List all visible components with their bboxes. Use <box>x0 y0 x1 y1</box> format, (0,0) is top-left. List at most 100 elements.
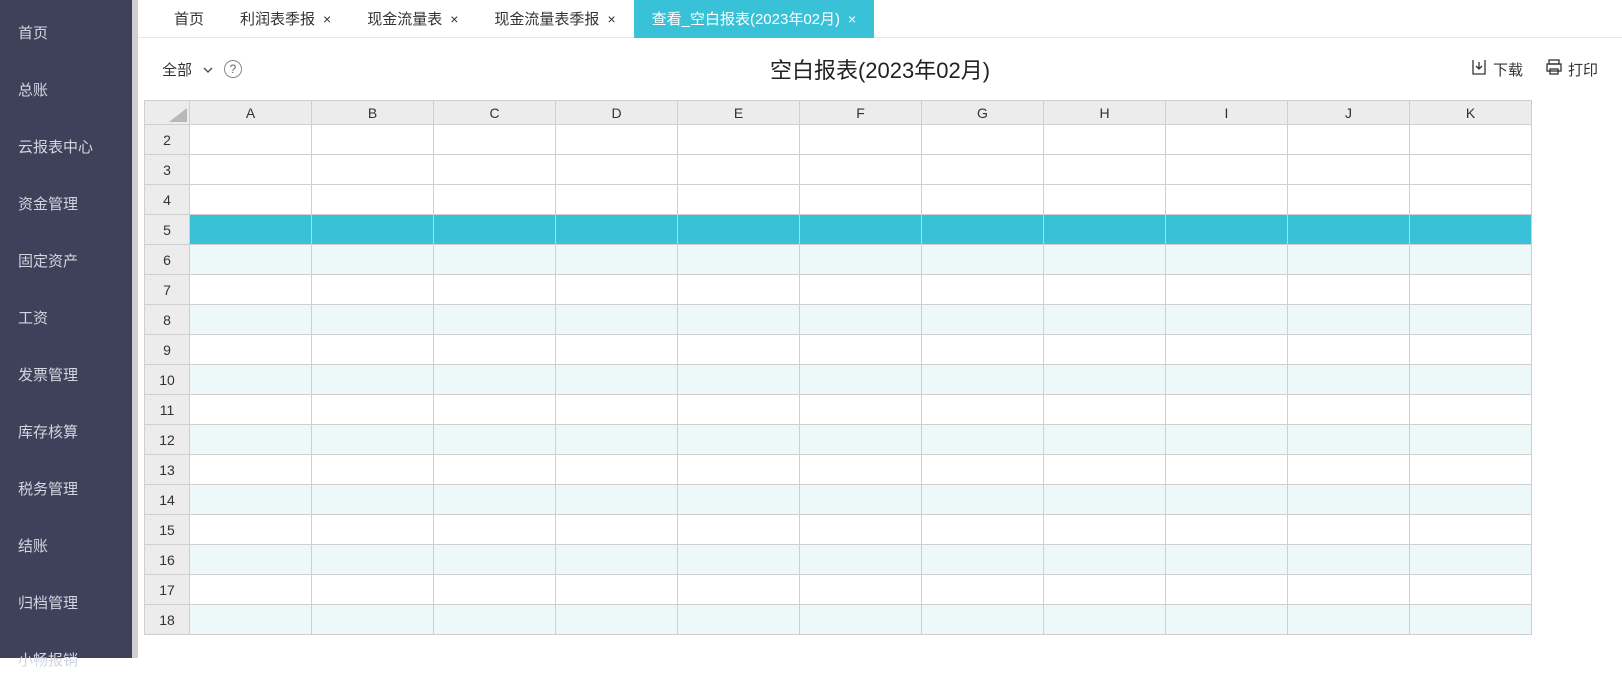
tab-2[interactable]: 现金流量表× <box>349 0 476 38</box>
cell-H5[interactable] <box>1044 215 1166 245</box>
row-header-3[interactable]: 3 <box>145 155 190 185</box>
cell-H6[interactable] <box>1044 245 1166 275</box>
cell-G15[interactable] <box>922 515 1044 545</box>
cell-F13[interactable] <box>800 455 922 485</box>
column-header-F[interactable]: F <box>800 101 922 125</box>
cell-K3[interactable] <box>1410 155 1532 185</box>
cell-A15[interactable] <box>190 515 312 545</box>
column-header-D[interactable]: D <box>556 101 678 125</box>
cell-J12[interactable] <box>1288 425 1410 455</box>
sidebar-item-6[interactable]: 发票管理 <box>0 346 132 403</box>
cell-A17[interactable] <box>190 575 312 605</box>
cell-B13[interactable] <box>312 455 434 485</box>
cell-C17[interactable] <box>434 575 556 605</box>
column-header-A[interactable]: A <box>190 101 312 125</box>
cell-E16[interactable] <box>678 545 800 575</box>
cell-G2[interactable] <box>922 125 1044 155</box>
sidebar-item-0[interactable]: 首页 <box>0 4 132 61</box>
cell-I2[interactable] <box>1166 125 1288 155</box>
cell-J2[interactable] <box>1288 125 1410 155</box>
cell-J17[interactable] <box>1288 575 1410 605</box>
cell-C4[interactable] <box>434 185 556 215</box>
cell-K14[interactable] <box>1410 485 1532 515</box>
tab-4[interactable]: 查看_空白报表(2023年02月)× <box>634 0 875 38</box>
cell-B8[interactable] <box>312 305 434 335</box>
cell-H11[interactable] <box>1044 395 1166 425</box>
cell-K8[interactable] <box>1410 305 1532 335</box>
cell-F18[interactable] <box>800 605 922 635</box>
cell-F17[interactable] <box>800 575 922 605</box>
cell-K17[interactable] <box>1410 575 1532 605</box>
cell-C12[interactable] <box>434 425 556 455</box>
select-all-corner[interactable] <box>145 101 190 125</box>
cell-B16[interactable] <box>312 545 434 575</box>
column-header-B[interactable]: B <box>312 101 434 125</box>
cell-F15[interactable] <box>800 515 922 545</box>
cell-H8[interactable] <box>1044 305 1166 335</box>
cell-I15[interactable] <box>1166 515 1288 545</box>
cell-I11[interactable] <box>1166 395 1288 425</box>
cell-I13[interactable] <box>1166 455 1288 485</box>
cell-F8[interactable] <box>800 305 922 335</box>
cell-I6[interactable] <box>1166 245 1288 275</box>
cell-E13[interactable] <box>678 455 800 485</box>
row-header-17[interactable]: 17 <box>145 575 190 605</box>
cell-C15[interactable] <box>434 515 556 545</box>
cell-F12[interactable] <box>800 425 922 455</box>
cell-C6[interactable] <box>434 245 556 275</box>
cell-K13[interactable] <box>1410 455 1532 485</box>
column-header-E[interactable]: E <box>678 101 800 125</box>
cell-E12[interactable] <box>678 425 800 455</box>
close-icon[interactable]: × <box>607 11 615 27</box>
cell-K5[interactable] <box>1410 215 1532 245</box>
cell-H18[interactable] <box>1044 605 1166 635</box>
cell-C3[interactable] <box>434 155 556 185</box>
cell-J6[interactable] <box>1288 245 1410 275</box>
cell-G3[interactable] <box>922 155 1044 185</box>
cell-D12[interactable] <box>556 425 678 455</box>
cell-I16[interactable] <box>1166 545 1288 575</box>
close-icon[interactable]: × <box>323 11 331 27</box>
cell-E17[interactable] <box>678 575 800 605</box>
cell-D18[interactable] <box>556 605 678 635</box>
cell-C10[interactable] <box>434 365 556 395</box>
cell-A10[interactable] <box>190 365 312 395</box>
cell-D6[interactable] <box>556 245 678 275</box>
cell-F14[interactable] <box>800 485 922 515</box>
cell-G17[interactable] <box>922 575 1044 605</box>
cell-D11[interactable] <box>556 395 678 425</box>
cell-G13[interactable] <box>922 455 1044 485</box>
cell-K9[interactable] <box>1410 335 1532 365</box>
cell-J9[interactable] <box>1288 335 1410 365</box>
cell-B15[interactable] <box>312 515 434 545</box>
cell-A4[interactable] <box>190 185 312 215</box>
cell-B14[interactable] <box>312 485 434 515</box>
cell-G5[interactable] <box>922 215 1044 245</box>
cell-B4[interactable] <box>312 185 434 215</box>
cell-I8[interactable] <box>1166 305 1288 335</box>
cell-I12[interactable] <box>1166 425 1288 455</box>
cell-A6[interactable] <box>190 245 312 275</box>
cell-G4[interactable] <box>922 185 1044 215</box>
sidebar-item-8[interactable]: 税务管理 <box>0 460 132 517</box>
cell-I5[interactable] <box>1166 215 1288 245</box>
cell-K12[interactable] <box>1410 425 1532 455</box>
column-header-C[interactable]: C <box>434 101 556 125</box>
cell-H14[interactable] <box>1044 485 1166 515</box>
cell-D14[interactable] <box>556 485 678 515</box>
cell-G18[interactable] <box>922 605 1044 635</box>
cell-H12[interactable] <box>1044 425 1166 455</box>
cell-G12[interactable] <box>922 425 1044 455</box>
cell-I17[interactable] <box>1166 575 1288 605</box>
cell-H13[interactable] <box>1044 455 1166 485</box>
sidebar-item-11[interactable]: 小畅报销 <box>0 631 132 688</box>
cell-H15[interactable] <box>1044 515 1166 545</box>
cell-A3[interactable] <box>190 155 312 185</box>
spreadsheet[interactable]: ABCDEFGHIJK23456789101112131415161718 <box>138 100 1622 658</box>
sidebar-item-5[interactable]: 工资 <box>0 289 132 346</box>
tab-3[interactable]: 现金流量表季报× <box>476 0 633 38</box>
row-header-16[interactable]: 16 <box>145 545 190 575</box>
row-header-6[interactable]: 6 <box>145 245 190 275</box>
cell-I7[interactable] <box>1166 275 1288 305</box>
cell-D4[interactable] <box>556 185 678 215</box>
